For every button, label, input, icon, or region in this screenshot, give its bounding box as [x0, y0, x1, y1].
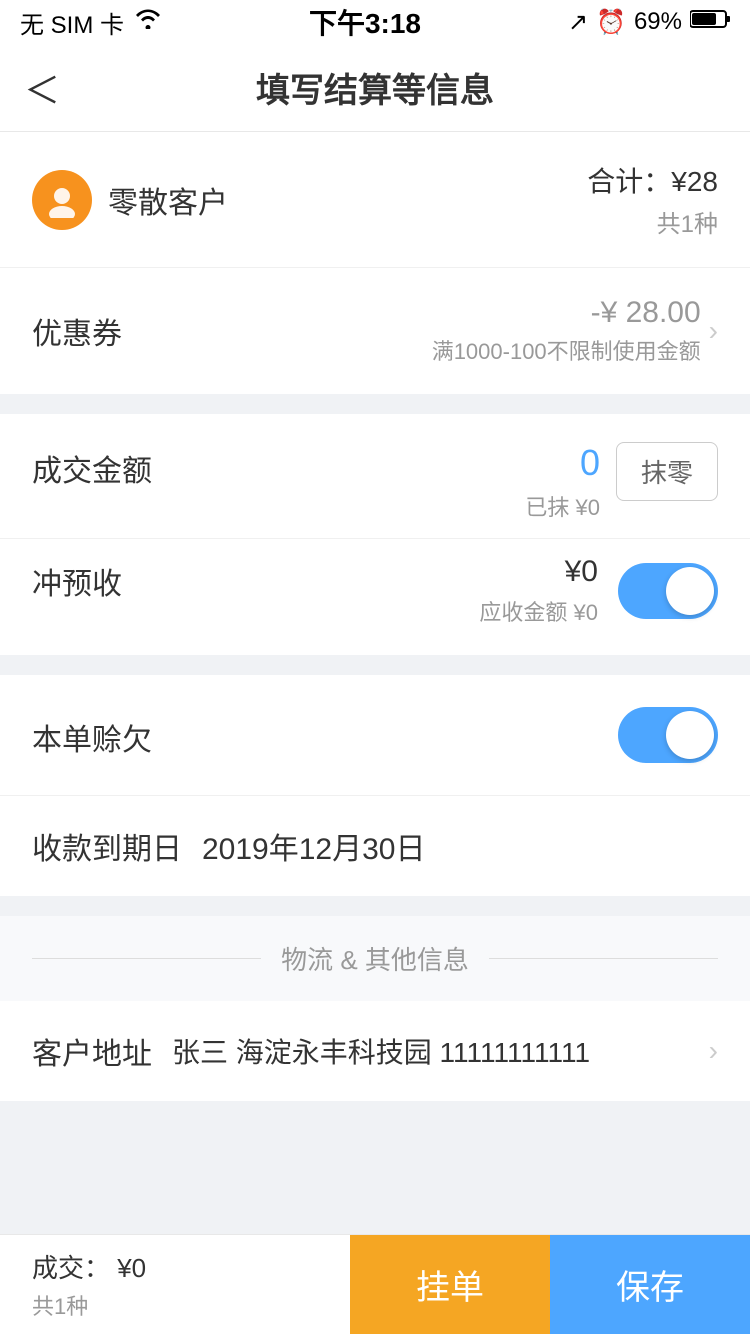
transaction-label: 成交金额: [32, 442, 152, 490]
coupon-amount: -¥ 28.00: [432, 296, 701, 330]
status-left: 无 SIM 卡: [20, 5, 162, 40]
transaction-value: 0: [525, 442, 600, 484]
logistics-line-right: [489, 958, 718, 959]
logistics-section: 物流 & 其他信息 客户地址 张三 海淀永丰科技园 11111111111 ›: [0, 916, 750, 1101]
charge-label: 冲预收: [32, 555, 122, 603]
coupon-discount: -¥ 28.00 满1000-100不限制使用金额: [432, 296, 701, 366]
alarm-icon: ⏰: [596, 8, 626, 37]
customer-right: 合计：¥28 共1种: [587, 160, 718, 239]
debt-label: 本单赊欠: [32, 711, 152, 759]
charge-sub: 应收金额 ¥0: [479, 595, 598, 627]
customer-count: 共1种: [587, 204, 718, 239]
customer-avatar: [32, 170, 92, 230]
chevron-right-icon: ›: [709, 315, 718, 347]
logistics-header: 物流 & 其他信息: [0, 916, 750, 1001]
logistics-title-row: 物流 & 其他信息: [32, 940, 718, 977]
coupon-right: -¥ 28.00 满1000-100不限制使用金额 ›: [432, 296, 718, 366]
customer-row[interactable]: 零散客户 合计：¥28 共1种: [0, 132, 750, 267]
debt-toggle-knob: [666, 711, 714, 759]
transaction-right: 0 已抹 ¥0 抹零: [525, 442, 718, 522]
address-chevron-icon: ›: [709, 1035, 718, 1067]
customer-total: 合计：¥28: [587, 160, 718, 200]
location-icon: ↗: [568, 8, 588, 37]
battery-icon: [690, 8, 730, 36]
bottom-count: 共1种: [32, 1289, 318, 1321]
back-button[interactable]: ＜: [24, 62, 60, 114]
logistics-title: 物流 & 其他信息: [281, 940, 469, 977]
charge-right: ¥0 应收金额 ¥0: [479, 555, 718, 627]
coupon-row[interactable]: 优惠券 -¥ 28.00 满1000-100不限制使用金额 ›: [0, 267, 750, 394]
due-row: 收款到期日 2019年12月30日: [0, 795, 750, 896]
coupon-desc: 满1000-100不限制使用金额: [432, 334, 701, 366]
charge-row: 冲预收 ¥0 应收金额 ¥0: [0, 538, 750, 655]
transaction-row: 成交金额 0 已抹 ¥0 抹零: [0, 414, 750, 538]
transaction-amount-col: 0 已抹 ¥0: [525, 442, 600, 522]
status-time: 下午3:18: [309, 2, 421, 42]
due-label: 收款到期日: [32, 824, 182, 868]
round-off-button[interactable]: 抹零: [616, 442, 718, 501]
due-value: 2019年12月30日: [202, 824, 425, 868]
status-bar: 无 SIM 卡 下午3:18 ↗ ⏰ 69%: [0, 0, 750, 44]
nav-bar: ＜ 填写结算等信息: [0, 44, 750, 132]
charge-amounts: ¥0 应收金额 ¥0: [479, 555, 598, 627]
address-row[interactable]: 客户地址 张三 海淀永丰科技园 11111111111 ›: [0, 1001, 750, 1101]
wifi-icon: [134, 8, 162, 36]
transaction-section: 成交金额 0 已抹 ¥0 抹零 冲预收 ¥0 应收金额 ¥0: [0, 414, 750, 655]
debt-toggle[interactable]: [618, 707, 718, 763]
status-right: ↗ ⏰ 69%: [568, 8, 730, 37]
customer-section: 零散客户 合计：¥28 共1种 优惠券 -¥ 28.00 满1000-100不限…: [0, 132, 750, 394]
debt-row: 本单赊欠: [0, 675, 750, 795]
toggle-knob: [666, 567, 714, 615]
battery-text: 69%: [634, 8, 682, 36]
save-button[interactable]: 保存: [550, 1235, 750, 1334]
address-label: 客户地址: [32, 1029, 152, 1073]
customer-left: 零散客户: [32, 170, 228, 230]
charge-toggle[interactable]: [618, 563, 718, 619]
bottom-info: 成交： ¥0 共1种: [0, 1248, 350, 1321]
bottom-bar: 成交： ¥0 共1种 挂单 保存: [0, 1234, 750, 1334]
page-title: 填写结算等信息: [256, 63, 494, 112]
coupon-label: 优惠券: [32, 309, 122, 353]
charge-main: ¥0: [479, 555, 598, 589]
no-sim-text: 无 SIM 卡: [20, 5, 124, 40]
logistics-line-left: [32, 958, 261, 959]
transaction-sub: 已抹 ¥0: [525, 490, 600, 522]
debt-section: 本单赊欠 收款到期日 2019年12月30日: [0, 675, 750, 896]
address-value: 张三 海淀永丰科技园 11111111111: [172, 1031, 709, 1071]
bottom-deal: 成交： ¥0: [32, 1248, 318, 1285]
customer-name: 零散客户: [108, 178, 228, 222]
hang-button[interactable]: 挂单: [350, 1235, 550, 1334]
